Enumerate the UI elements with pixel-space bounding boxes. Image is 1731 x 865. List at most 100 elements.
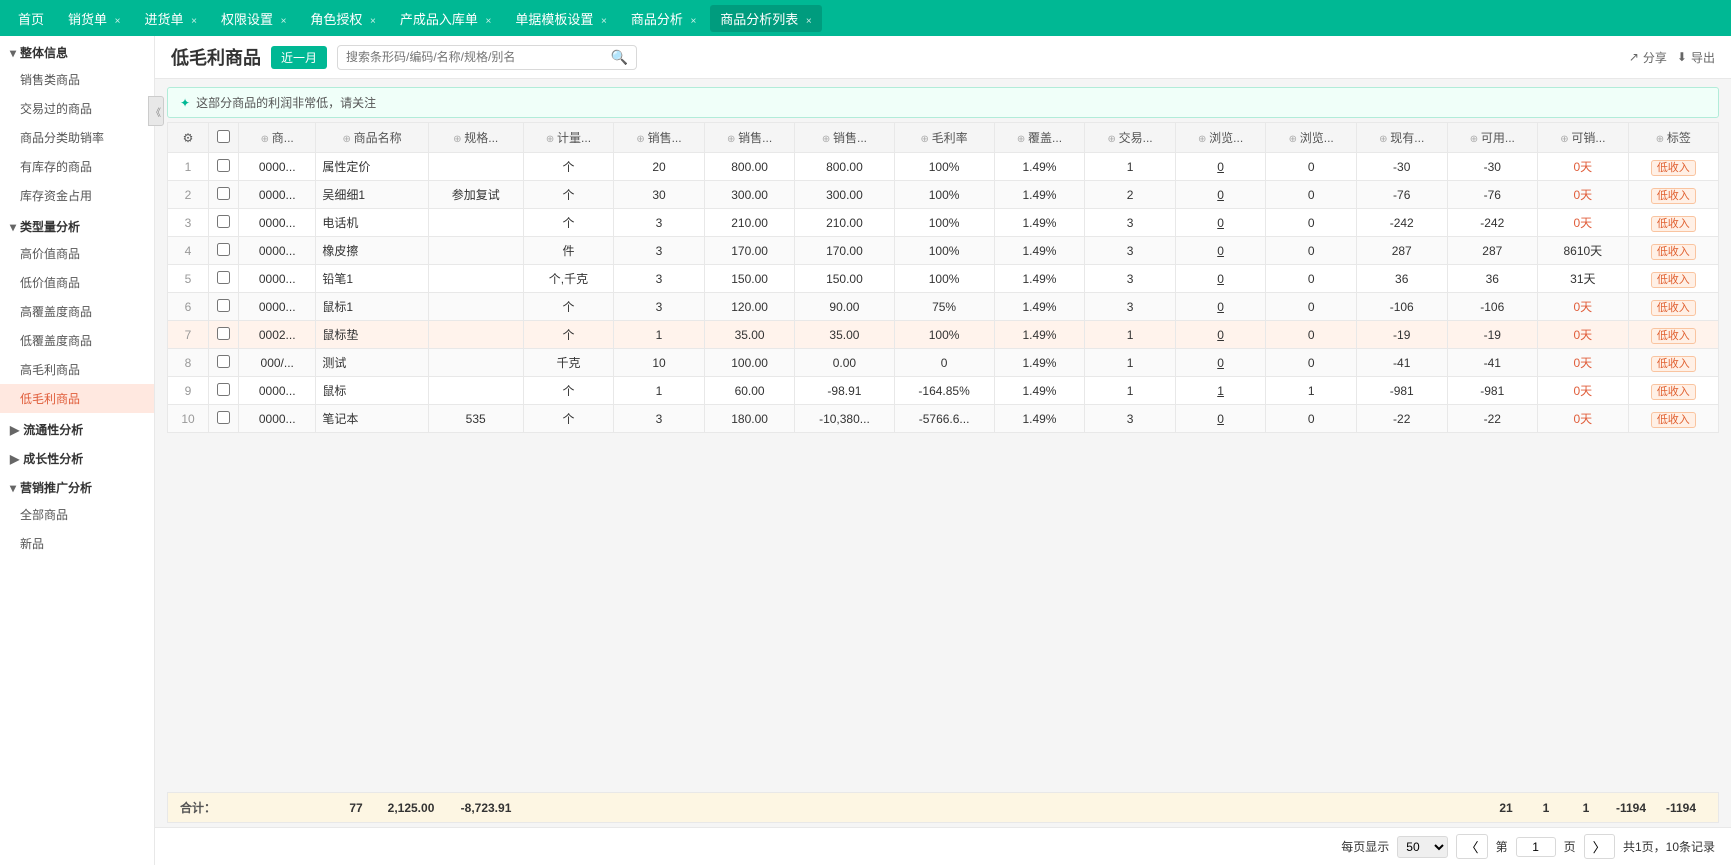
- col-spec[interactable]: 规格...: [428, 123, 523, 153]
- row-checkbox[interactable]: [217, 243, 230, 256]
- col-code[interactable]: 商...: [239, 123, 316, 153]
- col-available[interactable]: 可用...: [1447, 123, 1538, 153]
- nav-close-permissions[interactable]: ×: [281, 16, 287, 27]
- sidebar-item-low-margin[interactable]: 低毛利商品: [0, 384, 154, 413]
- col-tag[interactable]: 标签: [1628, 123, 1718, 153]
- row-checkbox-cell[interactable]: [209, 153, 239, 181]
- nav-close-roles[interactable]: ×: [370, 16, 376, 27]
- row-checkbox-cell[interactable]: [209, 181, 239, 209]
- row-checkbox-cell[interactable]: [209, 265, 239, 293]
- row-checkbox[interactable]: [217, 355, 230, 368]
- col-current-stock[interactable]: 现有...: [1356, 123, 1447, 153]
- sidebar-group-marketing-label: 营销推广分析: [20, 479, 92, 496]
- col-gross-rate[interactable]: 毛利率: [894, 123, 994, 153]
- col-sellable[interactable]: 可销...: [1538, 123, 1629, 153]
- export-button[interactable]: ⬇ 导出: [1677, 49, 1715, 66]
- row-checkbox[interactable]: [217, 159, 230, 172]
- sidebar-group-overall[interactable]: ▾ 整体信息: [0, 36, 154, 65]
- col-views1[interactable]: 浏览...: [1175, 123, 1266, 153]
- row-checkbox-cell[interactable]: [209, 405, 239, 433]
- col-sales-profit[interactable]: 销售...: [795, 123, 894, 153]
- row-views1[interactable]: 1: [1175, 377, 1266, 405]
- row-checkbox-cell[interactable]: [209, 377, 239, 405]
- nav-item-products[interactable]: 产成品入库单 ×: [390, 5, 501, 32]
- sidebar-item-sales-products[interactable]: 销售类商品: [0, 65, 154, 94]
- row-available: 287: [1447, 237, 1538, 265]
- col-unit[interactable]: 计量...: [523, 123, 614, 153]
- sidebar-item-high-coverage[interactable]: 高覆盖度商品: [0, 297, 154, 326]
- row-checkbox[interactable]: [217, 215, 230, 228]
- row-checkbox-cell[interactable]: [209, 293, 239, 321]
- sidebar-item-inventory-capital[interactable]: 库存资金占用: [0, 181, 154, 210]
- row-views1[interactable]: 0: [1175, 153, 1266, 181]
- sidebar-item-new-products[interactable]: 新品: [0, 529, 154, 558]
- row-views1[interactable]: 0: [1175, 237, 1266, 265]
- sidebar-item-low-coverage[interactable]: 低覆盖度商品: [0, 326, 154, 355]
- nav-item-permissions[interactable]: 权限设置 ×: [211, 5, 296, 32]
- row-views1[interactable]: 0: [1175, 209, 1266, 237]
- tag-badge: 低收入: [1651, 272, 1696, 288]
- header-actions: ↗ 分享 ⬇ 导出: [1629, 49, 1715, 66]
- nav-item-purchase[interactable]: 进货单 ×: [134, 5, 206, 32]
- nav-item-templates[interactable]: 单据模板设置 ×: [505, 5, 616, 32]
- time-filter-button[interactable]: 近一月: [271, 46, 327, 69]
- sidebar-item-low-value[interactable]: 低价值商品: [0, 268, 154, 297]
- row-checkbox[interactable]: [217, 299, 230, 312]
- row-checkbox[interactable]: [217, 383, 230, 396]
- row-views1[interactable]: 0: [1175, 181, 1266, 209]
- sidebar-group-marketing[interactable]: ▾ 营销推广分析: [0, 471, 154, 500]
- nav-close-analysis[interactable]: ×: [690, 16, 696, 27]
- col-sales-price[interactable]: 销售...: [704, 123, 795, 153]
- table-row: 10 0000... 笔记本 535 个 3 180.00 -10,380...…: [168, 405, 1719, 433]
- nav-close-templates[interactable]: ×: [601, 16, 607, 27]
- nav-item-sales[interactable]: 销货单 ×: [58, 5, 130, 32]
- row-views1[interactable]: 0: [1175, 293, 1266, 321]
- share-button[interactable]: ↗ 分享: [1629, 49, 1667, 66]
- nav-close-sales[interactable]: ×: [115, 16, 121, 27]
- nav-item-roles[interactable]: 角色授权 ×: [300, 5, 385, 32]
- select-all-checkbox[interactable]: [217, 130, 230, 143]
- row-views1[interactable]: 0: [1175, 405, 1266, 433]
- nav-close-purchase[interactable]: ×: [191, 16, 197, 27]
- prev-page-button[interactable]: 〈: [1456, 834, 1487, 859]
- sidebar-item-category-rate[interactable]: 商品分类助销率: [0, 123, 154, 152]
- col-views2[interactable]: 浏览...: [1266, 123, 1357, 153]
- sidebar-item-all-products[interactable]: 全部商品: [0, 500, 154, 529]
- row-checkbox[interactable]: [217, 271, 230, 284]
- row-views1[interactable]: 0: [1175, 321, 1266, 349]
- col-sales-qty[interactable]: 销售...: [614, 123, 705, 153]
- row-checkbox[interactable]: [217, 327, 230, 340]
- nav-close-analysis-list[interactable]: ×: [806, 16, 812, 27]
- table-container[interactable]: ⚙ 商... 商品名称 规格... 计量... 销售... 销售... 销售..…: [167, 122, 1719, 788]
- row-checkbox-cell[interactable]: [209, 209, 239, 237]
- next-page-button[interactable]: 〉: [1584, 834, 1615, 859]
- sidebar-collapse-btn[interactable]: 《: [148, 96, 164, 126]
- col-coverage[interactable]: 覆盖...: [994, 123, 1085, 153]
- col-name[interactable]: 商品名称: [316, 123, 428, 153]
- page-number-input[interactable]: [1516, 837, 1556, 857]
- row-views1[interactable]: 0: [1175, 349, 1266, 377]
- row-checkbox[interactable]: [217, 187, 230, 200]
- nav-close-products[interactable]: ×: [486, 16, 492, 27]
- row-views1[interactable]: 0: [1175, 265, 1266, 293]
- sidebar-item-traded-products[interactable]: 交易过的商品: [0, 94, 154, 123]
- col-settings[interactable]: ⚙: [168, 123, 209, 153]
- sidebar-group-type[interactable]: ▾ 类型量分析: [0, 210, 154, 239]
- sidebar-group-growth[interactable]: ▶ 成长性分析: [0, 442, 154, 471]
- row-checkbox[interactable]: [217, 411, 230, 424]
- nav-item-analysis-list[interactable]: 商品分析列表 ×: [710, 5, 821, 32]
- sidebar-group-circulation[interactable]: ▶ 流通性分析: [0, 413, 154, 442]
- per-page-select[interactable]: 50 100 200: [1397, 836, 1448, 858]
- col-trade[interactable]: 交易...: [1085, 123, 1176, 153]
- nav-item-analysis[interactable]: 商品分析 ×: [621, 5, 706, 32]
- search-input[interactable]: [346, 50, 611, 64]
- data-table: ⚙ 商... 商品名称 规格... 计量... 销售... 销售... 销售..…: [167, 122, 1719, 433]
- sidebar-item-high-margin[interactable]: 高毛利商品: [0, 355, 154, 384]
- sidebar-item-in-stock[interactable]: 有库存的商品: [0, 152, 154, 181]
- col-checkbox[interactable]: [209, 123, 239, 153]
- row-checkbox-cell[interactable]: [209, 237, 239, 265]
- nav-item-home[interactable]: 首页: [8, 5, 54, 32]
- row-checkbox-cell[interactable]: [209, 321, 239, 349]
- row-checkbox-cell[interactable]: [209, 349, 239, 377]
- sidebar-item-high-value[interactable]: 高价值商品: [0, 239, 154, 268]
